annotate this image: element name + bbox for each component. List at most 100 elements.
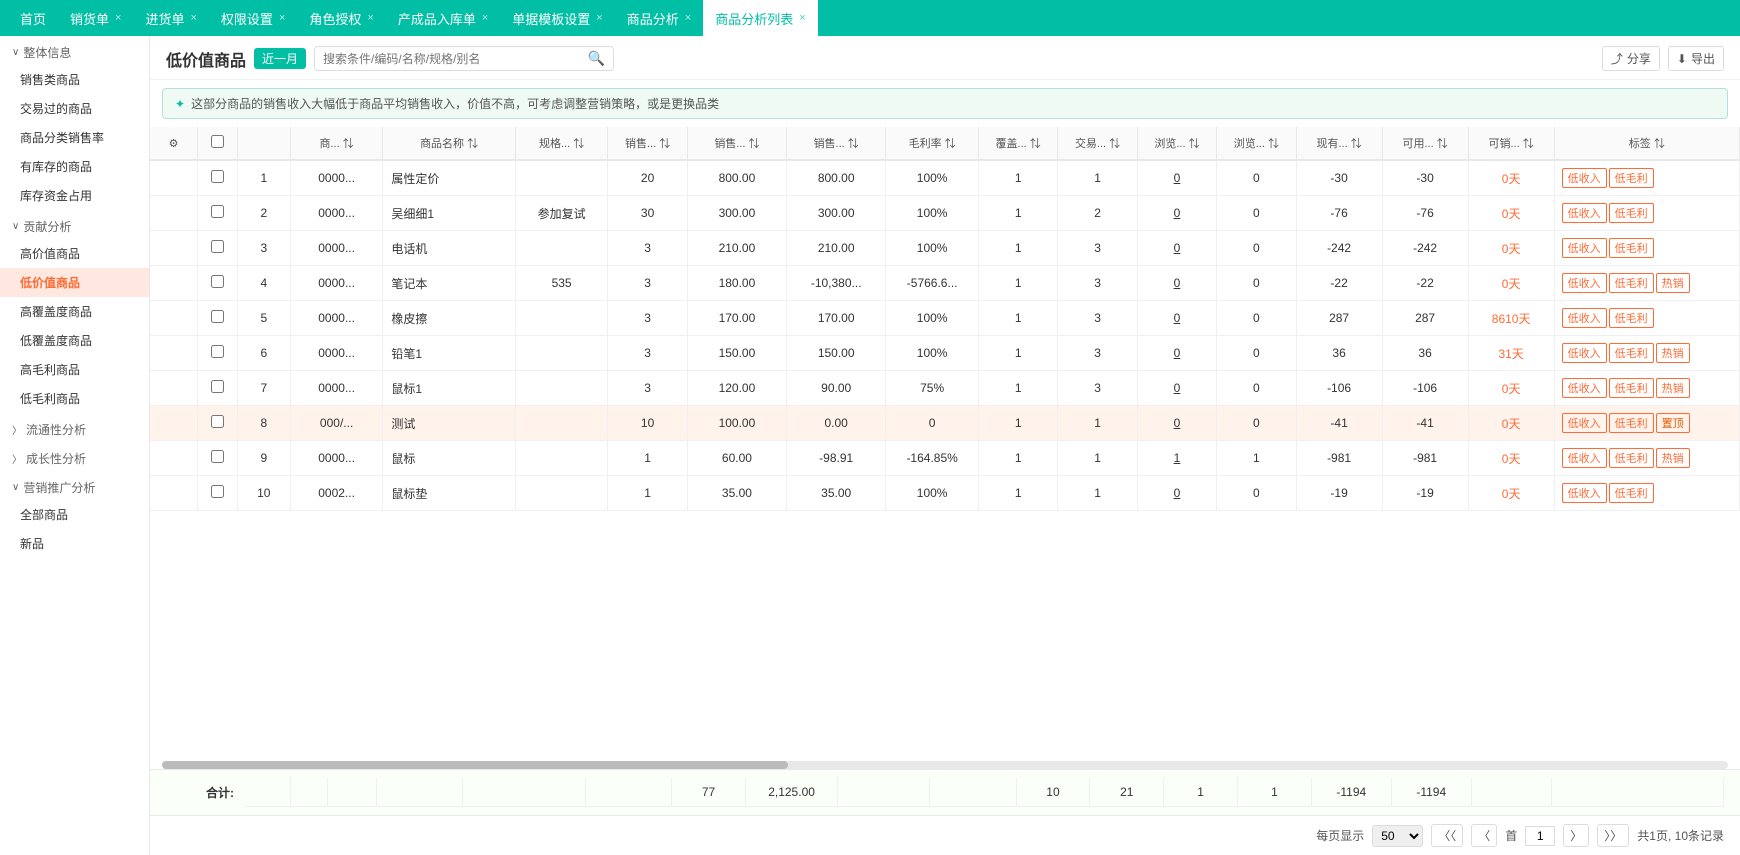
sidebar-item-sales-goods[interactable]: 销售类商品	[0, 65, 149, 94]
browse1-link[interactable]: 1	[1174, 451, 1181, 465]
sidebar-group-liquidity[interactable]: 〉 流通性分析	[0, 413, 149, 442]
row-settings[interactable]	[150, 476, 198, 511]
search-input[interactable]	[323, 52, 588, 66]
sidebar-item-low-coverage[interactable]: 低覆盖度商品	[0, 326, 149, 355]
sidebar-group-marketing[interactable]: ∨ 营销推广分析	[0, 471, 149, 500]
nav-product-analysis[interactable]: 商品分析 ×	[615, 0, 703, 36]
close-icon[interactable]: ×	[596, 12, 602, 24]
browse1-link[interactable]: 0	[1174, 276, 1181, 290]
row-checkbox[interactable]	[198, 371, 238, 406]
col-header-tag[interactable]: 标签 ⇅	[1554, 127, 1739, 160]
close-icon[interactable]: ×	[367, 12, 373, 24]
row-select-checkbox[interactable]	[211, 485, 224, 498]
row-checkbox[interactable]	[198, 160, 238, 196]
sidebar-item-stocked-goods[interactable]: 有库存的商品	[0, 152, 149, 181]
col-header-cover[interactable]: 覆盖... ⇅	[978, 127, 1057, 160]
col-header-browse2[interactable]: 浏览... ⇅	[1217, 127, 1296, 160]
nav-sales-order[interactable]: 销货单 ×	[58, 0, 133, 36]
row-select-checkbox[interactable]	[211, 380, 224, 393]
row-checkbox[interactable]	[198, 196, 238, 231]
col-header-trade[interactable]: 交易... ⇅	[1058, 127, 1137, 160]
sidebar-item-category-sales-rate[interactable]: 商品分类销售率	[0, 123, 149, 152]
row-checkbox[interactable]	[198, 441, 238, 476]
row-select-checkbox[interactable]	[211, 170, 224, 183]
row-select-checkbox[interactable]	[211, 240, 224, 253]
col-header-available[interactable]: 可用... ⇅	[1382, 127, 1468, 160]
sidebar-group-overview[interactable]: ∨ 整体信息	[0, 36, 149, 65]
sidebar-item-stock-capital[interactable]: 库存资金占用	[0, 181, 149, 210]
col-header-spec[interactable]: 规格... ⇅	[515, 127, 608, 160]
row-settings[interactable]	[150, 266, 198, 301]
row-checkbox[interactable]	[198, 266, 238, 301]
nav-purchase-order[interactable]: 进货单 ×	[133, 0, 208, 36]
row-select-checkbox[interactable]	[211, 205, 224, 218]
table-wrapper[interactable]: ⚙ 商... ⇅ 商品名称 ⇅ 规格... ⇅ 销售... ⇅ 销售... ⇅ …	[150, 127, 1740, 761]
sidebar-item-high-value[interactable]: 高价值商品	[0, 239, 149, 268]
col-header-margin-rate[interactable]: 毛利率 ⇅	[886, 127, 979, 160]
col-header-check[interactable]	[198, 127, 238, 160]
nav-home[interactable]: 首页	[8, 0, 58, 36]
row-settings[interactable]	[150, 441, 198, 476]
row-settings[interactable]	[150, 406, 198, 441]
next-page-button[interactable]: 〉	[1563, 824, 1589, 847]
page-number-input[interactable]	[1525, 826, 1555, 846]
row-select-checkbox[interactable]	[211, 275, 224, 288]
col-header-settings[interactable]: ⚙	[150, 127, 198, 160]
sidebar-item-low-value[interactable]: 低价值商品	[0, 268, 149, 297]
close-icon[interactable]: ×	[799, 12, 805, 24]
select-all-checkbox[interactable]	[211, 135, 224, 148]
col-header-name[interactable]: 商品名称 ⇅	[383, 127, 515, 160]
browse1-link[interactable]: 0	[1174, 171, 1181, 185]
row-checkbox[interactable]	[198, 231, 238, 266]
page-size-select[interactable]: 50 100 200	[1372, 825, 1423, 847]
browse1-link[interactable]: 0	[1174, 311, 1181, 325]
row-checkbox[interactable]	[198, 406, 238, 441]
col-header-saleable[interactable]: 可销... ⇅	[1468, 127, 1554, 160]
col-header-current[interactable]: 现有... ⇅	[1296, 127, 1382, 160]
nav-template-settings[interactable]: 单据模板设置 ×	[500, 0, 614, 36]
row-select-checkbox[interactable]	[211, 415, 224, 428]
col-header-sales-qty[interactable]: 销售... ⇅	[608, 127, 687, 160]
browse1-link[interactable]: 0	[1174, 381, 1181, 395]
first-page-button[interactable]: 〈〈	[1431, 824, 1463, 847]
last-page-button[interactable]: 〉〉	[1597, 824, 1629, 847]
row-checkbox[interactable]	[198, 336, 238, 371]
sidebar-item-all-goods[interactable]: 全部商品	[0, 500, 149, 529]
browse1-link[interactable]: 0	[1174, 206, 1181, 220]
row-settings[interactable]	[150, 160, 198, 196]
row-checkbox[interactable]	[198, 301, 238, 336]
browse1-link[interactable]: 0	[1174, 416, 1181, 430]
share-button[interactable]: ⤴ 分享	[1602, 46, 1660, 71]
row-select-checkbox[interactable]	[211, 345, 224, 358]
row-settings[interactable]	[150, 301, 198, 336]
col-header-browse1[interactable]: 浏览... ⇅	[1137, 127, 1216, 160]
row-select-checkbox[interactable]	[211, 310, 224, 323]
sidebar-group-growth[interactable]: 〉 成长性分析	[0, 442, 149, 471]
browse1-link[interactable]: 0	[1174, 486, 1181, 500]
close-icon[interactable]: ×	[279, 12, 285, 24]
close-icon[interactable]: ×	[685, 12, 691, 24]
sidebar-item-high-coverage[interactable]: 高覆盖度商品	[0, 297, 149, 326]
sidebar-group-contribution[interactable]: ∨ 贡献分析	[0, 210, 149, 239]
nav-role-auth[interactable]: 角色授权 ×	[297, 0, 385, 36]
row-checkbox[interactable]	[198, 476, 238, 511]
search-icon[interactable]: 🔍	[588, 50, 605, 67]
horizontal-scrollbar[interactable]	[162, 761, 1728, 769]
sidebar-item-new-goods[interactable]: 新品	[0, 529, 149, 558]
nav-permission-settings[interactable]: 权限设置 ×	[209, 0, 297, 36]
close-icon[interactable]: ×	[115, 12, 121, 24]
row-select-checkbox[interactable]	[211, 450, 224, 463]
col-header-sales-amt[interactable]: 销售... ⇅	[687, 127, 786, 160]
browse1-link[interactable]: 0	[1174, 346, 1181, 360]
nav-product-inbound[interactable]: 产成品入库单 ×	[386, 0, 500, 36]
row-settings[interactable]	[150, 231, 198, 266]
close-icon[interactable]: ×	[190, 12, 196, 24]
row-settings[interactable]	[150, 336, 198, 371]
sidebar-item-high-margin[interactable]: 高毛利商品	[0, 355, 149, 384]
close-icon[interactable]: ×	[482, 12, 488, 24]
col-header-code[interactable]: 商... ⇅	[290, 127, 383, 160]
export-button[interactable]: ⬇ 导出	[1668, 46, 1724, 71]
nav-product-analysis-list[interactable]: 商品分析列表 ×	[703, 0, 817, 36]
sidebar-item-low-margin[interactable]: 低毛利商品	[0, 384, 149, 413]
row-settings[interactable]	[150, 196, 198, 231]
